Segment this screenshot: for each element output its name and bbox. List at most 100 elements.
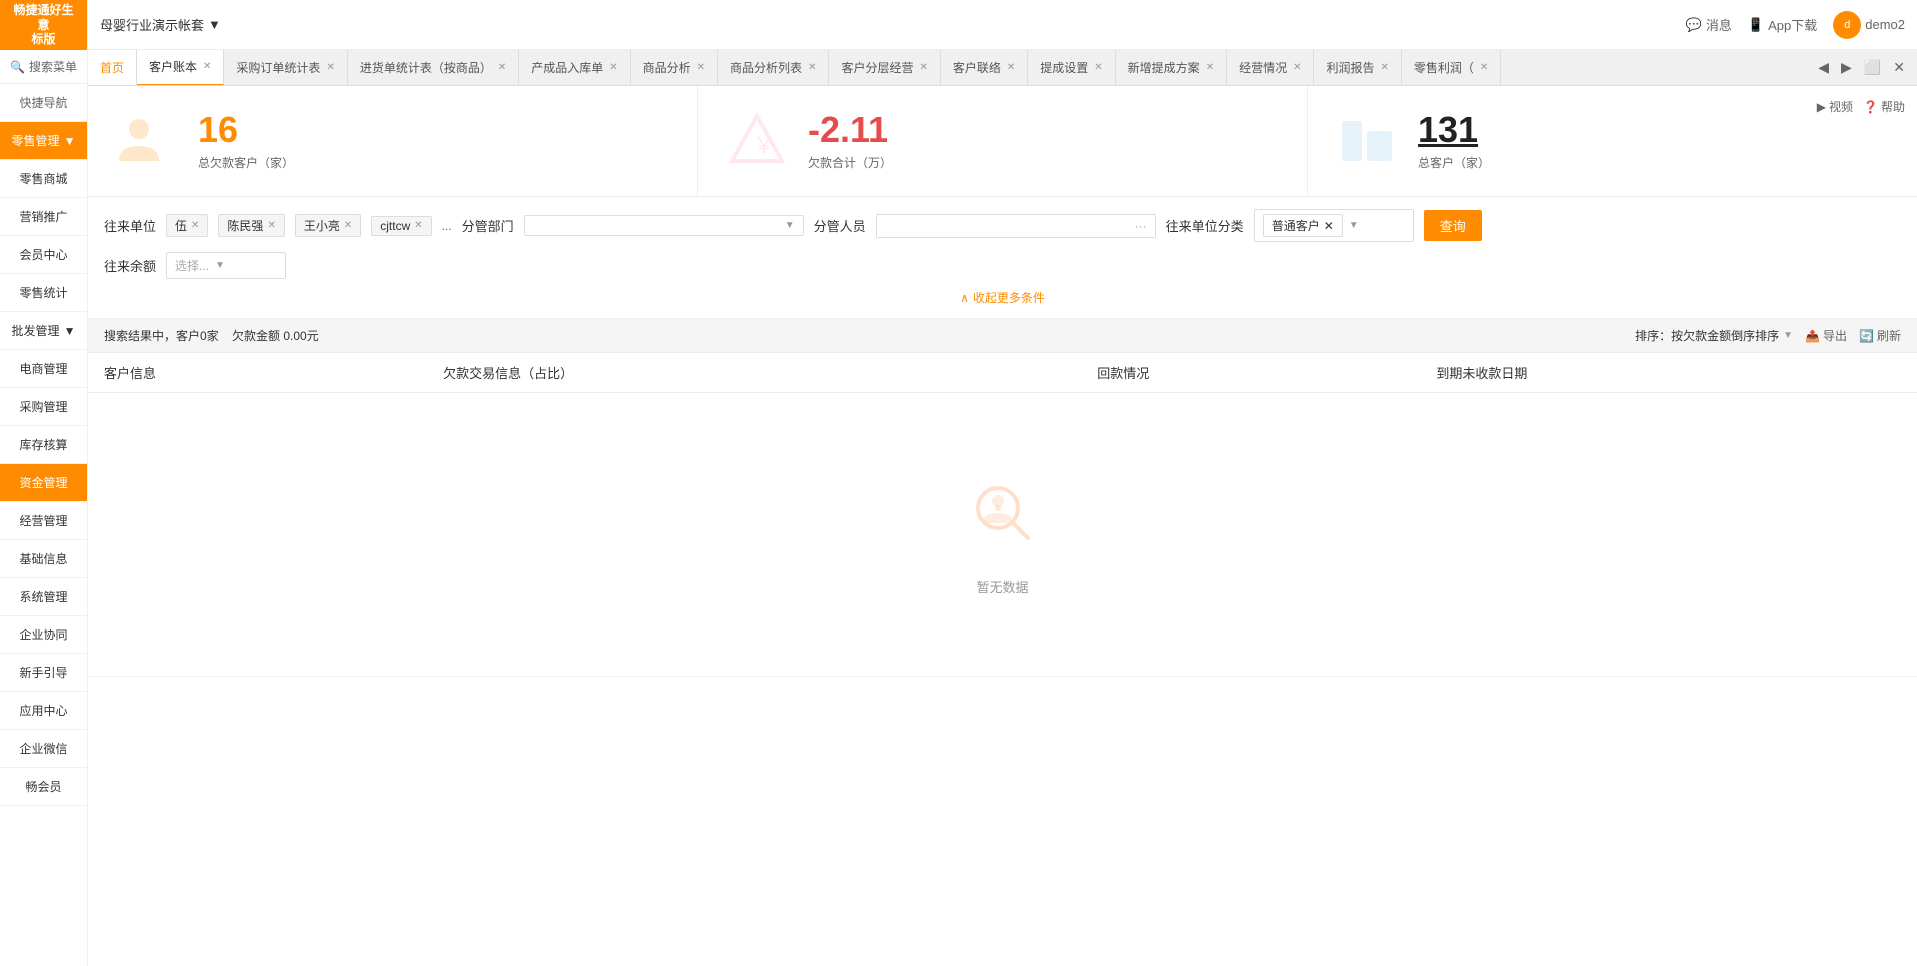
tab-product-analysis[interactable]: 商品分析 ✕ [631,50,718,86]
sidebar-item-finance[interactable]: 资金管理 [0,464,87,502]
sidebar-item-retail-mall[interactable]: 零售商城 [0,160,87,198]
sidebar-search-section[interactable]: 🔍 搜索菜单 [0,50,87,84]
tab-accounts[interactable]: 客户账本 ✕ [137,50,224,86]
query-button[interactable]: 查询 [1424,210,1482,241]
tab-inbound-stats[interactable]: 进货单统计表（按商品） ✕ [348,50,519,86]
video-help-link[interactable]: ▶ 视频 [1817,98,1853,115]
empty-icon [963,473,1043,567]
tab-close-customer-contact[interactable]: ✕ [1007,62,1015,73]
sort-chevron-icon: ▼ [1783,330,1793,341]
tab-close-purchase-order[interactable]: ✕ [326,62,334,73]
sidebar-item-basics[interactable]: 基础信息 [0,540,87,578]
sidebar-item-purchase[interactable]: 采购管理 [0,388,87,426]
home-tab-label: 首页 [100,59,124,76]
sidebar-item-marketing[interactable]: 营销推广 [0,198,87,236]
stat-icon-total [1332,106,1402,176]
remove-tag-chen[interactable]: ✕ [267,220,275,231]
collapse-button[interactable]: ∧ 收起更多条件 [104,289,1901,306]
tab-close-raise-settings[interactable]: ✕ [1094,62,1102,73]
sidebar-item-inventory[interactable]: 库存核算 [0,426,87,464]
tab-scroll-right[interactable]: ▶ [1837,57,1856,78]
results-summary: 搜索结果中，客户0家 欠款金额 0.00元 [104,327,319,344]
tab-raise-settings[interactable]: 提成设置 ✕ [1028,50,1115,86]
topbar-left: 母婴行业演示帐套 ▼ [100,15,221,34]
sidebar-item-retail-mgmt[interactable]: 零售管理 ▼ [0,122,87,160]
remove-tag-wu[interactable]: ✕ [191,220,199,231]
tab-product-analysis-list[interactable]: 商品分析列表 ✕ [718,50,829,86]
tab-close-operations[interactable]: ✕ [1293,62,1301,73]
tab-close-inbound-stats[interactable]: ✕ [498,62,506,73]
empty-text: 暂无数据 [976,577,1028,596]
raise-settings-tab-label: 提成设置 [1040,59,1088,76]
tab-operations[interactable]: 经营情况 ✕ [1227,50,1314,86]
results-actions: 排序：按欠款金额倒序排序 ▼ 📤 导出 🔄 刷新 [1635,327,1901,344]
col-due-date: 到期未收款日期 [1420,353,1917,393]
sidebar-item-wholesale[interactable]: 批发管理 ▼ [0,312,87,350]
tab-close-product-analysis[interactable]: ✕ [697,62,705,73]
tab-profit-report[interactable]: 利润报告 ✕ [1314,50,1401,86]
dept-dropdown[interactable]: ▼ [524,215,804,236]
col-repayment: 回款情况 [1081,353,1420,393]
tab-close-production-inbound[interactable]: ✕ [609,62,617,73]
sidebar-item-retail-stats[interactable]: 零售统计 [0,274,87,312]
category-dropdown[interactable]: 普通客户 ✕ ▼ [1254,209,1414,242]
accounts-tab-label: 客户账本 [149,58,197,75]
play-icon: ▶ [1817,100,1826,114]
export-button[interactable]: 📤 导出 [1805,327,1847,344]
sidebar-item-system[interactable]: 系统管理 [0,578,87,616]
refresh-button[interactable]: 🔄 刷新 [1859,327,1901,344]
sidebar-item-vip[interactable]: 畅会员 [0,768,87,806]
user-avatar: d [1833,11,1861,39]
balance-input[interactable]: 选择... ▼ [166,252,286,279]
tab-controls: ◀ ▶ ⬜ ✕ [1806,57,1917,78]
balance-placeholder: 选择... [175,257,209,274]
sidebar-item-operations[interactable]: 经营管理 [0,502,87,540]
sidebar-item-member[interactable]: 会员中心 [0,236,87,274]
tab-close-retail-profit[interactable]: ✕ [1480,62,1488,73]
tab-scroll-left[interactable]: ◀ [1814,57,1833,78]
remove-tag-cjttcw[interactable]: ✕ [414,220,422,231]
tab-customer-tier[interactable]: 客户分层经营 ✕ [829,50,940,86]
tab-purchase-order[interactable]: 采购订单统计表 ✕ [224,50,347,86]
filter-tag-wang[interactable]: 王小亮 ✕ [295,214,361,237]
tab-retail-profit[interactable]: 零售利润（ ✕ [1402,50,1501,86]
tab-production-inbound[interactable]: 产成品入库单 ✕ [519,50,630,86]
tab-new-raise[interactable]: 新增提成方案 ✕ [1116,50,1227,86]
stat-block-customers: 16 总欠款客户（家） [88,86,698,196]
sidebar-item-ecommerce[interactable]: 电商管理 [0,350,87,388]
tab-close-customer-tier[interactable]: ✕ [919,62,927,73]
tab-close-product-analysis-list[interactable]: ✕ [808,62,816,73]
tab-customer-contact[interactable]: 客户联络 ✕ [941,50,1028,86]
sidebar-item-guide[interactable]: 新手引导 [0,654,87,692]
user-menu[interactable]: d demo2 [1833,11,1905,39]
sort-select[interactable]: 排序：按欠款金额倒序排序 ▼ [1635,327,1793,344]
tab-close-all[interactable]: ✕ [1889,57,1909,78]
sidebar-item-apps[interactable]: 应用中心 [0,692,87,730]
account-name: 母婴行业演示帐套 [100,15,204,34]
filter-tag-cjttcw[interactable]: cjttcw ✕ [371,216,431,236]
stat-block-total: 131 总客户（家） ▶ 视频 ❓ 帮助 [1308,86,1917,196]
sidebar-item-enterprise[interactable]: 企业协同 [0,616,87,654]
results-bar: 搜索结果中，客户0家 欠款金额 0.00元 排序：按欠款金额倒序排序 ▼ 📤 导… [88,319,1917,353]
account-selector[interactable]: 母婴行业演示帐套 ▼ [100,15,221,34]
remove-tag-wang[interactable]: ✕ [344,220,352,231]
filter-tag-chen[interactable]: 陈民强 ✕ [218,214,284,237]
app-download-button[interactable]: 📱 App下载 [1748,15,1817,34]
quick-nav-button[interactable]: 快捷导航 [0,84,87,122]
sidebar-item-wechat[interactable]: 企业微信 [0,730,87,768]
doc-help-link[interactable]: ❓ 帮助 [1863,98,1905,115]
filter-more-button[interactable]: ... [442,219,452,233]
expand-icon: ▼ [64,134,76,148]
category-tag-normal[interactable]: 普通客户 ✕ [1263,214,1343,237]
tab-maximize[interactable]: ⬜ [1860,57,1885,78]
tab-close-new-raise[interactable]: ✕ [1206,62,1214,73]
remove-category-tag[interactable]: ✕ [1324,219,1334,233]
tab-close-profit-report[interactable]: ✕ [1381,62,1389,73]
tab-close-accounts[interactable]: ✕ [203,61,211,72]
filter-tag-wu[interactable]: 伍 ✕ [166,214,208,237]
message-button[interactable]: 💬 消息 [1686,15,1732,34]
person-dropdown[interactable]: ··· [876,214,1156,238]
search-menu-button[interactable]: 🔍 搜索菜单 [6,58,81,75]
export-icon: 📤 [1805,329,1820,343]
tab-home[interactable]: 首页 [88,50,137,86]
